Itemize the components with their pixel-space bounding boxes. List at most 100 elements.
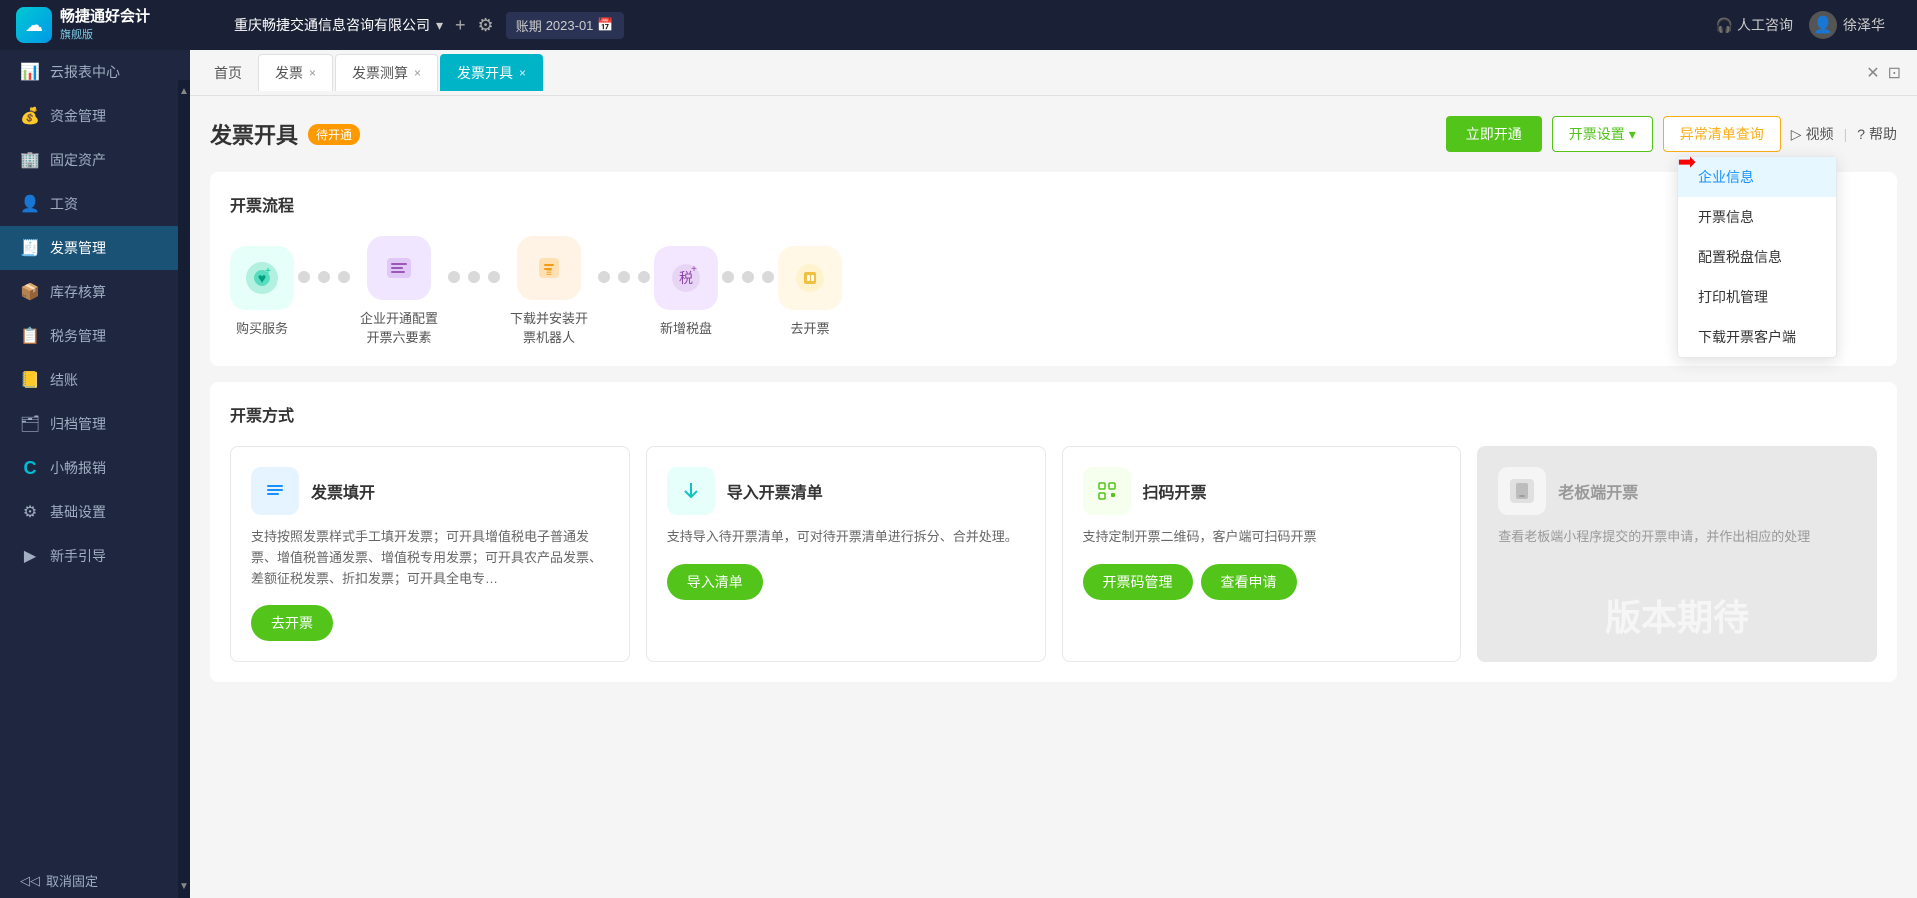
maximize-icon[interactable]: ⊡: [1888, 63, 1901, 83]
view-apply-button[interactable]: 查看申请: [1201, 564, 1297, 600]
help-button[interactable]: ? 帮助: [1857, 124, 1897, 144]
logo-area: ☁ 畅捷通好会计 旗舰版: [16, 7, 206, 43]
flow-step-2: 企业开通配置开票六要素: [354, 236, 444, 346]
step-label-1: 购买服务: [236, 318, 288, 337]
boss-icon: [1498, 467, 1546, 515]
archive-icon: 🗂: [20, 414, 40, 434]
calendar-icon: 📅: [597, 17, 613, 33]
sidebar-item-zijin[interactable]: 💰 资金管理: [0, 94, 190, 138]
scan-icon: [1083, 467, 1131, 515]
step-dots-1: [294, 271, 354, 283]
tab-fapiaokaigu[interactable]: 发票开具 ×: [440, 54, 543, 91]
sidebar-item-fapiao[interactable]: 🧾 发票管理: [0, 226, 190, 270]
import-button[interactable]: 导入清单: [667, 564, 763, 600]
sidebar-scroll-up[interactable]: ▲: [177, 84, 191, 99]
logo-text: 畅捷通好会计 旗舰版: [60, 8, 150, 42]
sidebar-scroll-down[interactable]: ▼: [177, 879, 191, 894]
sidebar: ▲ ▼ 📊 云报表中心 💰 资金管理 🏢 固定资产 👤 工资 🧾: [0, 50, 190, 898]
tab-fapiaocesuan[interactable]: 发票测算 ×: [335, 54, 438, 91]
dropdown-item-peizhi[interactable]: 配置税盘信息: [1678, 237, 1836, 277]
method-card-fill-header: 发票填开: [251, 467, 609, 515]
settings-icon[interactable]: ⚙: [478, 15, 494, 36]
svg-text:+: +: [691, 264, 697, 275]
topbar-middle: 重庆畅捷交通信息咨询有限公司 ▾ + ⚙ 账期 2023-01 📅: [218, 12, 1704, 39]
step-label-5: 去开票: [790, 318, 829, 337]
tab-bar: 首页 发票 × 发票测算 × 发票开具 × ✕ ⊡: [190, 50, 1917, 96]
c-icon: C: [20, 458, 40, 478]
sidebar-item-kucun[interactable]: 📦 库存核算: [0, 270, 190, 314]
step-icon-4: 税+: [654, 246, 718, 310]
flow-step-1: ♥+ 购买服务: [230, 246, 294, 337]
consult-button[interactable]: 🎧 人工咨询: [1716, 15, 1793, 35]
step-icon-5: [778, 246, 842, 310]
cancel-pin[interactable]: ◁◁ 取消固定: [0, 863, 190, 898]
tab-fapiao[interactable]: 发票 ×: [258, 54, 333, 91]
tab-close-fapiaokaigu[interactable]: ×: [519, 66, 526, 80]
headset-icon: 🎧: [1716, 17, 1733, 34]
logo-icon: ☁: [16, 7, 52, 43]
company-name: 重庆畅捷交通信息咨询有限公司: [234, 15, 430, 35]
period-badge: 账期 2023-01 📅: [506, 12, 624, 39]
activate-button[interactable]: 立即开通: [1446, 116, 1542, 152]
method-card-scan: 扫码开票 支持定制开票二维码，客户端可扫码开票 开票码管理 查看申请: [1062, 446, 1462, 662]
step-icon-1: ♥+: [230, 246, 294, 310]
flow-steps: ♥+ 购买服务: [230, 236, 1877, 346]
ledger-icon: 📒: [20, 370, 40, 390]
receipt-icon: 🧾: [20, 238, 40, 258]
exception-button[interactable]: 异常清单查询: [1663, 116, 1781, 152]
sidebar-item-xiaochang[interactable]: C 小畅报销: [0, 446, 190, 490]
fill-goto-button[interactable]: 去开票: [251, 605, 333, 641]
sidebar-item-gongzi[interactable]: 👤 工资: [0, 182, 190, 226]
method-card-fill: 发票填开 支持按照发票样式手工填开发票；可开具增值税电子普通发票、增值税普通发票…: [230, 446, 630, 662]
sidebar-item-yunbao[interactable]: 📊 云报表中心: [0, 50, 190, 94]
tab-home[interactable]: 首页: [198, 55, 258, 91]
page-header: 发票开具 待开通 立即开通 开票设置 ▾ 异常清单查询 ▷ 视频: [210, 116, 1897, 152]
sidebar-item-xinshouyindao[interactable]: ▶ 新手引导: [0, 534, 190, 578]
settings-button[interactable]: 开票设置 ▾: [1552, 116, 1653, 152]
topbar-right: 🎧 人工咨询 👤 徐泽华: [1716, 11, 1901, 39]
dropdown-item-kaipiao[interactable]: 开票信息: [1678, 197, 1836, 237]
tab-close-fapiao[interactable]: ×: [309, 66, 316, 80]
step-icon-2: [367, 236, 431, 300]
qr-manage-button[interactable]: 开票码管理: [1083, 564, 1193, 600]
dropdown-item-dayinji[interactable]: 打印机管理: [1678, 277, 1836, 317]
add-icon[interactable]: +: [455, 15, 466, 36]
gear-icon: ⚙: [20, 502, 40, 522]
methods-grid: 发票填开 支持按照发票样式手工填开发票；可开具增值税电子普通发票、增值税普通发票…: [230, 446, 1877, 662]
methods-section: 开票方式 发票填开 支持按照发票样式手工填开发票；可开具增值税电子普通发票、增值…: [210, 382, 1897, 682]
money-icon: 💰: [20, 106, 40, 126]
user-avatar: 👤: [1809, 11, 1837, 39]
method-card-import-header: 导入开票清单: [667, 467, 1025, 515]
page-content: 发票开具 待开通 立即开通 开票设置 ▾ 异常清单查询 ▷ 视频: [190, 96, 1917, 898]
video-button[interactable]: ▷ 视频: [1791, 124, 1834, 144]
sidebar-item-jichushezhi[interactable]: ⚙ 基础设置: [0, 490, 190, 534]
tax-icon: 📋: [20, 326, 40, 346]
flow-section: 开票流程 ♥+ 购买服务: [210, 172, 1897, 366]
company-selector[interactable]: 重庆畅捷交通信息咨询有限公司 ▾: [234, 15, 443, 35]
tab-bar-right: ✕ ⊡: [1866, 63, 1909, 83]
dropdown-arrow-icon: ▾: [1629, 126, 1636, 143]
close-window-icon[interactable]: ✕: [1866, 63, 1879, 83]
dropdown-item-xiazai[interactable]: 下载开票客户端: [1678, 317, 1836, 357]
header-actions: 立即开通 开票设置 ▾ 异常清单查询 ▷ 视频 | ?: [1446, 116, 1897, 152]
play-icon: ▶: [20, 546, 40, 566]
dropdown-item-qiye[interactable]: 企业信息: [1678, 157, 1836, 197]
play-circle-icon: ▷: [1791, 126, 1802, 143]
sidebar-item-shuiwu[interactable]: 📋 税务管理: [0, 314, 190, 358]
flow-section-title: 开票流程: [230, 192, 1877, 216]
step-label-2: 企业开通配置开票六要素: [354, 308, 444, 346]
user-area[interactable]: 👤 徐泽华: [1809, 11, 1885, 39]
methods-section-title: 开票方式: [230, 402, 1877, 426]
step-icon-3: ≡: [517, 236, 581, 300]
step-dots-2: [444, 271, 504, 283]
status-badge: 待开通: [308, 124, 360, 145]
sidebar-item-guidang[interactable]: 🗂 归档管理: [0, 402, 190, 446]
flow-step-3: ≡ 下载并安装开票机器人: [504, 236, 594, 346]
question-icon: ?: [1857, 126, 1865, 142]
svg-text:≡: ≡: [546, 268, 552, 279]
sidebar-item-jiezhang[interactable]: 📒 结账: [0, 358, 190, 402]
overlay-text: 版本期待: [1478, 589, 1876, 641]
tab-close-fapiaocesuan[interactable]: ×: [414, 66, 421, 80]
sidebar-item-gudingzichan[interactable]: 🏢 固定资产: [0, 138, 190, 182]
step-dots-3: [594, 271, 654, 283]
